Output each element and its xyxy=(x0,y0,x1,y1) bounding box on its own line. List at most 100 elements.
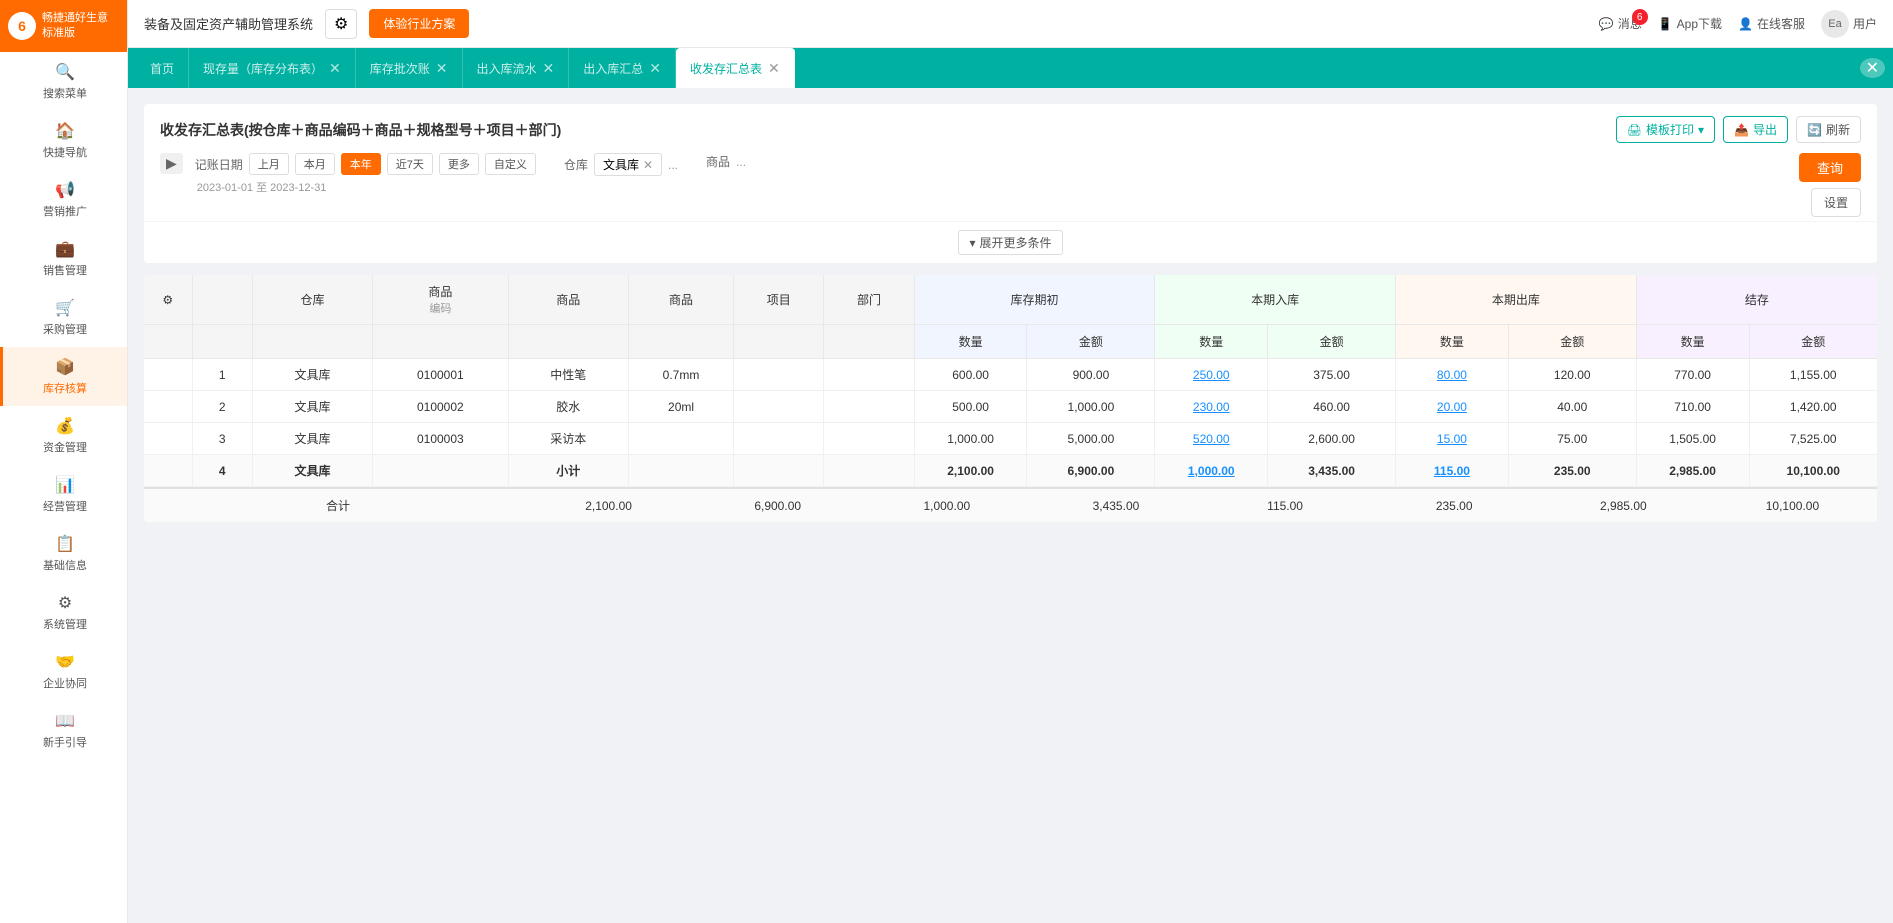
tab-summary[interactable]: 出入库汇总 ✕ xyxy=(569,48,676,88)
column-settings-icon[interactable]: ⚙ xyxy=(162,293,173,307)
sidebar-item-marketing[interactable]: 📢 营销推广 xyxy=(0,170,127,229)
table-cell[interactable]: 20.00 xyxy=(1396,391,1509,423)
cell-link[interactable]: 520.00 xyxy=(1193,432,1230,446)
date-more-button[interactable]: 更多 xyxy=(439,153,479,175)
trial-button[interactable]: 体验行业方案 xyxy=(369,9,469,38)
query-button[interactable]: 查询 xyxy=(1799,153,1861,182)
table-footer: 合计 2,100.00 6,900.00 1,000.00 3,435.00 1… xyxy=(144,487,1877,522)
search-icon: 🔍 xyxy=(55,62,75,82)
table-cell: 6,900.00 xyxy=(1027,455,1155,487)
table-cell[interactable]: 15.00 xyxy=(1396,423,1509,455)
sidebar-item-quick-nav[interactable]: 🏠 快捷导航 xyxy=(0,111,127,170)
date-last-month-button[interactable]: 上月 xyxy=(249,153,289,175)
cell-link[interactable]: 20.00 xyxy=(1437,400,1467,414)
table-cell[interactable]: 520.00 xyxy=(1155,423,1268,455)
table-cell: 1,155.00 xyxy=(1749,359,1877,391)
tab-inventory-dist[interactable]: 现存量（库存分布表） ✕ xyxy=(189,48,356,88)
tab-bar-close-button[interactable]: ✕ xyxy=(1860,58,1885,78)
sidebar-item-finance[interactable]: 💰 资金管理 xyxy=(0,406,127,465)
tab-close-icon[interactable]: ✕ xyxy=(436,61,448,75)
collab-icon: 🤝 xyxy=(55,652,75,672)
table-cell[interactable]: 1,000.00 xyxy=(1155,455,1268,487)
cell-link[interactable]: 115.00 xyxy=(1434,464,1470,478)
app-download-button[interactable]: 📱 App下载 xyxy=(1658,15,1722,32)
cell-link[interactable]: 1,000.00 xyxy=(1188,464,1235,478)
sidebar-item-label: 资金管理 xyxy=(43,439,87,455)
expand-more-button[interactable]: ▾ 展开更多条件 xyxy=(958,230,1062,255)
sidebar-item-inventory[interactable]: 📦 库存核算 xyxy=(0,347,127,406)
table-cell[interactable]: 250.00 xyxy=(1155,359,1268,391)
tab-close-icon[interactable]: ✕ xyxy=(649,61,661,75)
sidebar-item-guide[interactable]: 📖 新手引导 xyxy=(0,701,127,760)
sub-col-code xyxy=(373,325,508,359)
cell-link[interactable]: 250.00 xyxy=(1193,368,1230,382)
print-button[interactable]: 🖨 模板打印 ▾ xyxy=(1616,116,1715,143)
date-this-year-button[interactable]: 本年 xyxy=(341,153,381,175)
topbar-settings-button[interactable]: ⚙ xyxy=(325,9,357,39)
table-cell xyxy=(628,455,733,487)
tab-home[interactable]: 首页 xyxy=(136,48,189,88)
marketing-icon: 📢 xyxy=(55,180,75,200)
export-button[interactable]: 📤 导出 xyxy=(1723,116,1788,143)
footer-init-amt: 6,900.00 xyxy=(693,499,862,513)
sidebar-item-purchase[interactable]: 🛒 采购管理 xyxy=(0,288,127,347)
table-cell: 文具库 xyxy=(252,455,372,487)
tab-flow[interactable]: 出入库流水 ✕ xyxy=(463,48,570,88)
refresh-button[interactable]: 🔄 刷新 xyxy=(1796,116,1861,143)
sub-col-no xyxy=(192,325,252,359)
tab-active-close-icon[interactable]: ✕ xyxy=(768,61,780,75)
cell-link[interactable]: 15.00 xyxy=(1437,432,1467,446)
goods-more-icon[interactable]: ... xyxy=(736,155,746,169)
sidebar-item-sales[interactable]: 💼 销售管理 xyxy=(0,229,127,288)
print-arrow-icon: ▾ xyxy=(1698,123,1704,137)
tab-batch-label: 库存批次账 xyxy=(370,60,430,77)
table-cell[interactable]: 230.00 xyxy=(1155,391,1268,423)
sidebar-item-basic[interactable]: 📋 基础信息 xyxy=(0,524,127,583)
service-icon: 👤 xyxy=(1738,17,1753,31)
messages-button[interactable]: 💬 消息 6 xyxy=(1599,15,1642,32)
online-service-button[interactable]: 👤 在线客服 xyxy=(1738,15,1805,32)
sidebar-item-operations[interactable]: 📊 经营管理 xyxy=(0,465,127,524)
tab-close-icon[interactable]: ✕ xyxy=(329,61,341,75)
col-header-no xyxy=(192,275,252,325)
table-settings-button[interactable]: 设置 xyxy=(1811,188,1861,217)
filter-collapse-button[interactable]: ▶ xyxy=(160,153,183,174)
table-cell: 900.00 xyxy=(1027,359,1155,391)
home-icon: 🏠 xyxy=(55,121,75,141)
date-custom-button[interactable]: 自定义 xyxy=(485,153,536,175)
sub-col-out-qty: 数量 xyxy=(1396,325,1509,359)
sidebar-item-collab[interactable]: 🤝 企业协同 xyxy=(0,642,127,701)
tab-batch[interactable]: 库存批次账 ✕ xyxy=(356,48,463,88)
table-settings-col[interactable]: ⚙ xyxy=(144,275,192,325)
sidebar-item-label: 采购管理 xyxy=(43,321,87,337)
table-cell: 文具库 xyxy=(252,391,372,423)
tab-close-icon[interactable]: ✕ xyxy=(543,61,555,75)
table-cell: 文具库 xyxy=(252,359,372,391)
sidebar-item-system[interactable]: ⚙ 系统管理 xyxy=(0,583,127,642)
user-menu[interactable]: Ea 用户 xyxy=(1821,10,1877,38)
table-cell xyxy=(734,455,824,487)
cell-link[interactable]: 80.00 xyxy=(1437,368,1467,382)
tab-receive-send-label: 收发存汇总表 xyxy=(690,60,762,77)
finance-icon: 💰 xyxy=(55,416,75,436)
sidebar: 6 畅捷通好生意 标准版 🔍 搜索菜单 🏠 快捷导航 📢 营销推广 💼 销售管理… xyxy=(0,0,128,923)
tab-receive-send[interactable]: 收发存汇总表 ✕ xyxy=(676,48,795,88)
date-label: 记账日期 xyxy=(195,156,243,173)
sub-col-in-qty: 数量 xyxy=(1155,325,1268,359)
tab-flow-label: 出入库流水 xyxy=(477,60,537,77)
warehouse-tag[interactable]: 文具库 ✕ xyxy=(594,153,662,176)
main-area: 装备及固定资产辅助管理系统 ⚙ 体验行业方案 💬 消息 6 📱 App下载 👤 … xyxy=(128,0,1893,923)
sub-col-spec xyxy=(628,325,733,359)
cell-link[interactable]: 230.00 xyxy=(1193,400,1230,414)
user-label: 用户 xyxy=(1853,15,1877,32)
date-this-month-button[interactable]: 本月 xyxy=(295,153,335,175)
sidebar-item-search[interactable]: 🔍 搜索菜单 xyxy=(0,52,127,111)
table-cell: 770.00 xyxy=(1636,359,1749,391)
warehouse-tag-remove-icon[interactable]: ✕ xyxy=(643,158,653,172)
table-cell[interactable]: 115.00 xyxy=(1396,455,1509,487)
warehouse-more-icon[interactable]: ... xyxy=(668,158,678,172)
date-7days-button[interactable]: 近7天 xyxy=(387,153,433,175)
table-cell[interactable]: 80.00 xyxy=(1396,359,1509,391)
table-cell xyxy=(373,455,508,487)
refresh-icon: 🔄 xyxy=(1807,123,1822,137)
